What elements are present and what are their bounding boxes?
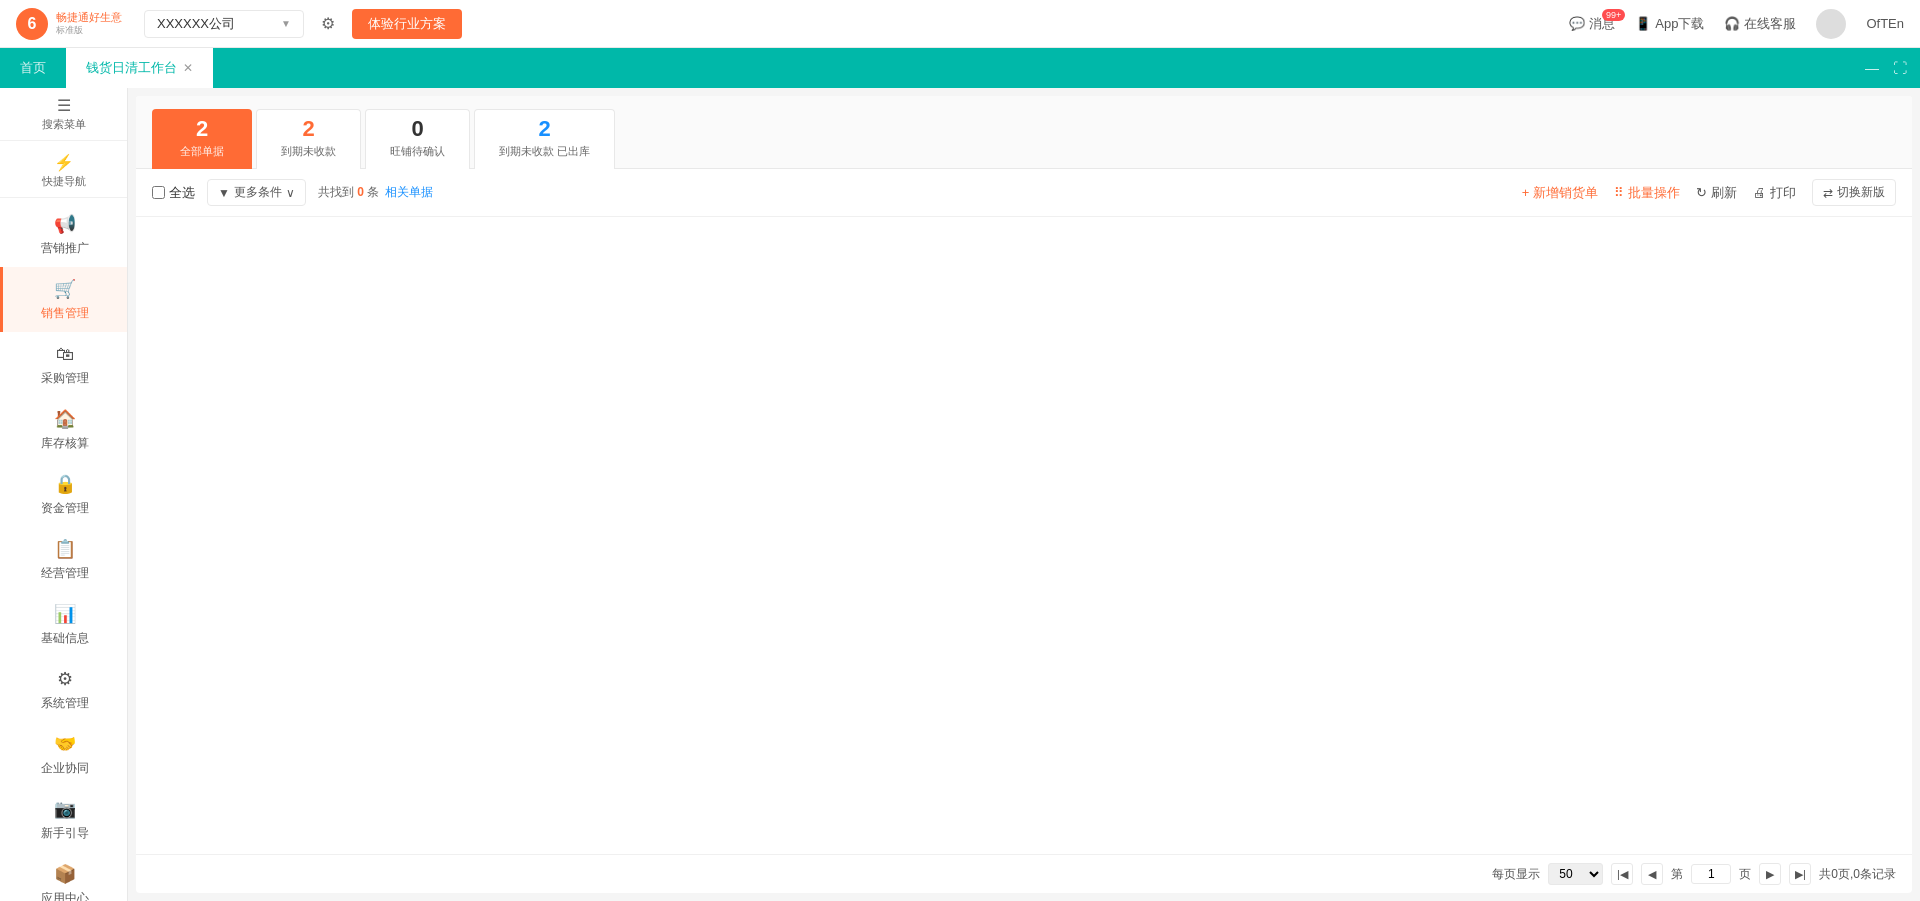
per-page-select[interactable]: 50 20 100 <box>1548 863 1603 885</box>
message-button[interactable]: 💬 消息 99+ <box>1569 15 1615 33</box>
pagination-bar: 每页显示 50 20 100 |◀ ◀ 第 1 页 ▶ ▶| 共0页,0条记录 <box>136 854 1912 893</box>
filter-chevron-icon: ∨ <box>286 186 295 200</box>
first-page-button[interactable]: |◀ <box>1611 863 1633 885</box>
sidebar-item-operation[interactable]: 📋 经营管理 <box>0 527 127 592</box>
tab-minimize-icon[interactable]: — <box>1860 56 1884 80</box>
sidebar-item-enterprise[interactable]: 🤝 企业协同 <box>0 722 127 787</box>
sidebar-item-system[interactable]: ⚙ 系统管理 <box>0 657 127 722</box>
logo-area: 6 畅捷通好生意 标准版 <box>16 8 144 40</box>
stat-tab-all[interactable]: 2 全部单据 <box>152 109 252 169</box>
guide-icon: 📷 <box>53 797 77 821</box>
found-count: 0 <box>357 185 364 199</box>
tab-workbench[interactable]: 钱货日清工作台 ✕ <box>66 48 213 88</box>
stats-tabs: 2 全部单据 2 到期未收款 0 旺铺待确认 2 到期未收款 已出库 <box>136 96 1912 169</box>
purchase-icon: 🛍 <box>53 342 77 366</box>
sidebar-item-guide[interactable]: 📷 新手引导 <box>0 787 127 852</box>
refresh-button[interactable]: ↻ 刷新 <box>1696 184 1737 202</box>
user-name: OfTEn <box>1866 16 1904 31</box>
switch-version-button[interactable]: ⇄ 切换新版 <box>1812 179 1896 206</box>
chevron-down-icon: ▼ <box>281 18 291 29</box>
sidebar-item-marketing[interactable]: 📢 营销推广 <box>0 202 127 267</box>
total-records: 共0页,0条记录 <box>1819 866 1896 883</box>
top-bar: 6 畅捷通好生意 标准版 XXXXXX公司 ▼ ⚙ 体验行业方案 💬 消息 99… <box>0 0 1920 48</box>
sidebar-item-inventory[interactable]: 🏠 库存核算 <box>0 397 127 462</box>
tab-bar: 首页 钱货日清工作台 ✕ — ⛶ <box>0 48 1920 88</box>
content-inner: 2 全部单据 2 到期未收款 0 旺铺待确认 2 到期未收款 已出库 <box>136 96 1912 893</box>
select-all-input[interactable] <box>152 186 165 199</box>
company-name: XXXXXX公司 <box>157 15 273 33</box>
service-icon: 🎧 <box>1724 16 1740 31</box>
trial-button[interactable]: 体验行业方案 <box>352 9 462 39</box>
batch-icon: ⠿ <box>1614 185 1624 200</box>
print-icon: 🖨 <box>1753 185 1766 200</box>
avatar[interactable] <box>1816 9 1846 39</box>
stat-tab-wangpu[interactable]: 0 旺铺待确认 <box>365 109 470 169</box>
prev-page-button[interactable]: ◀ <box>1641 863 1663 885</box>
sidebar-item-appstore[interactable]: 📦 应用中心 <box>0 852 127 901</box>
add-sale-order-button[interactable]: + 新增销货单 <box>1522 184 1598 202</box>
filter-icon: ▼ <box>218 186 230 200</box>
stat-tab-overdue-shipped[interactable]: 2 到期未收款 已出库 <box>474 109 615 169</box>
tab-maximize-icon[interactable]: ⛶ <box>1888 56 1912 80</box>
sidebar: ☰ 搜索菜单 ⚡ 快捷导航 📢 营销推广 🛒 销售管理 🛍 采购管理 🏠 库存核… <box>0 88 128 901</box>
settings-icon[interactable]: ⚙ <box>312 8 344 40</box>
top-right-area: 💬 消息 99+ 📱 App下载 🎧 在线客服 OfTEn <box>1569 9 1904 39</box>
logo-badge: 标准版 <box>56 24 122 37</box>
print-button[interactable]: 🖨 打印 <box>1753 184 1796 202</box>
page-unit: 页 <box>1739 866 1751 883</box>
content-area: 2 全部单据 2 到期未收款 0 旺铺待确认 2 到期未收款 已出库 <box>128 88 1920 901</box>
quick-nav-icon: ⚡ <box>54 153 74 172</box>
toolbar-right: + 新增销货单 ⠿ 批量操作 ↻ 刷新 🖨 打印 ⇄ <box>1522 179 1896 206</box>
inventory-icon: 🏠 <box>53 407 77 431</box>
stat-tab-overdue[interactable]: 2 到期未收款 <box>256 109 361 169</box>
app-download-button[interactable]: 📱 App下载 <box>1635 15 1704 33</box>
base-icon: 📊 <box>53 602 77 626</box>
page-input[interactable]: 1 <box>1691 864 1731 884</box>
marketing-icon: 📢 <box>53 212 77 236</box>
tab-bar-actions: — ⛶ <box>1860 56 1920 80</box>
batch-operation-button[interactable]: ⠿ 批量操作 <box>1614 184 1680 202</box>
refresh-icon: ↻ <box>1696 185 1707 200</box>
next-page-button[interactable]: ▶ <box>1759 863 1781 885</box>
sidebar-item-purchase[interactable]: 🛍 采购管理 <box>0 332 127 397</box>
toolbar: 全选 ▼ 更多条件 ∨ 共找到 0 条 相关单据 + 新增销货单 ⠿ <box>136 169 1912 217</box>
found-text: 共找到 0 条 相关单据 <box>318 184 433 201</box>
tab-close-icon[interactable]: ✕ <box>183 61 193 75</box>
sales-icon: 🛒 <box>53 277 77 301</box>
download-icon: 📱 <box>1635 16 1651 31</box>
enterprise-icon: 🤝 <box>53 732 77 756</box>
sidebar-item-base[interactable]: 📊 基础信息 <box>0 592 127 657</box>
last-page-button[interactable]: ▶| <box>1789 863 1811 885</box>
message-badge: 99+ <box>1602 9 1625 21</box>
logo-icon: 6 <box>16 8 48 40</box>
sidebar-item-funds[interactable]: 🔒 资金管理 <box>0 462 127 527</box>
appstore-icon: 📦 <box>53 862 77 886</box>
table-area <box>136 217 1912 854</box>
tab-home[interactable]: 首页 <box>0 48 66 88</box>
online-service-button[interactable]: 🎧 在线客服 <box>1724 15 1796 33</box>
main-layout: ☰ 搜索菜单 ⚡ 快捷导航 📢 营销推广 🛒 销售管理 🛍 采购管理 🏠 库存核… <box>0 88 1920 901</box>
sidebar-quick-nav[interactable]: ⚡ 快捷导航 <box>0 145 127 198</box>
select-all-checkbox[interactable]: 全选 <box>152 184 195 202</box>
company-selector[interactable]: XXXXXX公司 ▼ <box>144 10 304 38</box>
switch-icon: ⇄ <box>1823 186 1833 200</box>
funds-icon: 🔒 <box>53 472 77 496</box>
per-page-label: 每页显示 <box>1492 866 1540 883</box>
logo-text: 畅捷通好生意 <box>56 10 122 24</box>
search-icon: ☰ <box>57 96 71 115</box>
sidebar-item-sales[interactable]: 🛒 销售管理 <box>0 267 127 332</box>
page-label: 第 <box>1671 866 1683 883</box>
sidebar-search[interactable]: ☰ 搜索菜单 <box>0 88 127 141</box>
operation-icon: 📋 <box>53 537 77 561</box>
message-icon: 💬 <box>1569 16 1585 31</box>
system-icon: ⚙ <box>53 667 77 691</box>
filter-button[interactable]: ▼ 更多条件 ∨ <box>207 179 306 206</box>
